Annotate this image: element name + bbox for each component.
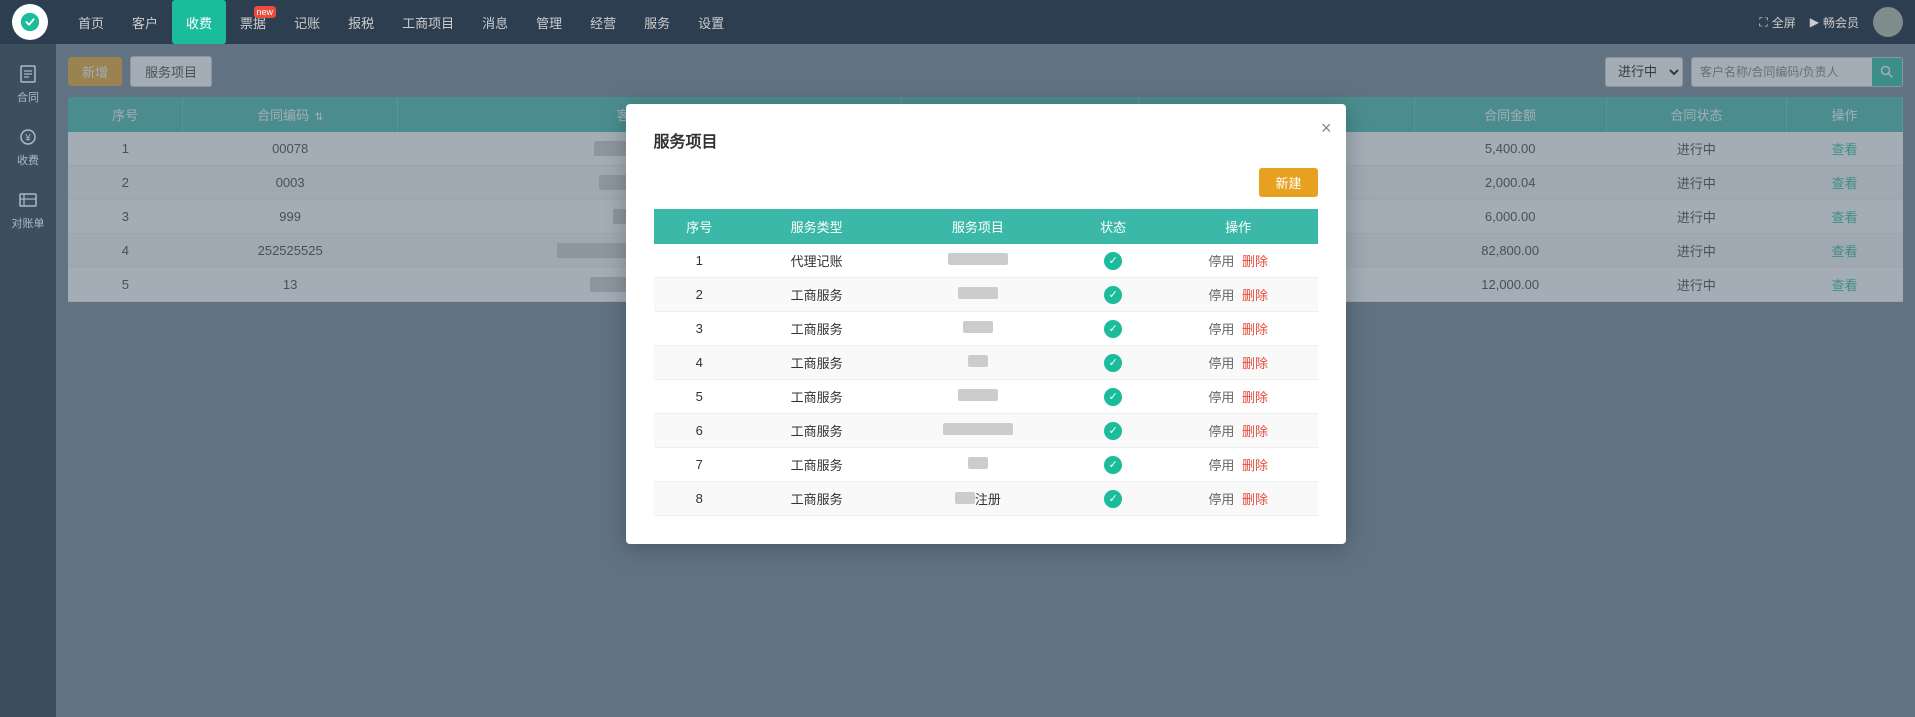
main-content: 新增 服务项目 进行中 全部 已结束 序号: [56, 44, 1915, 717]
nav-right-actions: ⛶ 全屏 ▶ 畅会员: [1759, 7, 1903, 37]
modal-close-button[interactable]: ×: [1321, 118, 1332, 139]
stop-button[interactable]: 停用: [1208, 390, 1234, 405]
nav-item-tax[interactable]: 报税: [334, 0, 388, 44]
delete-button[interactable]: 删除: [1242, 424, 1268, 439]
fullscreen-button[interactable]: ⛶ 全屏: [1759, 14, 1795, 31]
delete-button[interactable]: 删除: [1242, 288, 1268, 303]
stop-button[interactable]: 停用: [1208, 254, 1234, 269]
stop-button[interactable]: 停用: [1208, 356, 1234, 371]
nav-item-bill[interactable]: 票据 new: [226, 0, 280, 44]
delete-button[interactable]: 删除: [1242, 458, 1268, 473]
blurred-item: ██: [968, 355, 988, 367]
nav-item-business[interactable]: 工商项目: [388, 0, 468, 44]
delete-button[interactable]: 删除: [1242, 356, 1268, 371]
top-navigation: 首页 客户 收费 票据 new 记账 报税 工商项目 消息 管理 经营 服务 设…: [0, 0, 1915, 44]
member-button[interactable]: ▶ 畅会员: [1810, 14, 1859, 31]
modal-table-row: 4 工商服务 ██ ✓ 停用 删除: [654, 346, 1318, 380]
sidebar-item-contract[interactable]: 合同: [0, 52, 56, 115]
modal-table-row: 7 工商服务 ██ ✓ 停用 删除: [654, 448, 1318, 482]
contract-icon: [16, 62, 40, 86]
nav-item-fee[interactable]: 收费: [172, 0, 226, 44]
modal-th-type: 服务类型: [745, 209, 888, 244]
blurred-item: ██: [968, 457, 988, 469]
status-active-icon: ✓: [1104, 320, 1122, 338]
modal-th-status: 状态: [1067, 209, 1159, 244]
stop-button[interactable]: 停用: [1208, 322, 1234, 337]
new-badge: new: [254, 6, 277, 18]
modal-table-row: 2 工商服务 ████ ✓ 停用 删除: [654, 278, 1318, 312]
nav-item-service[interactable]: 服务: [630, 0, 684, 44]
blurred-item: ████: [958, 287, 998, 299]
modal-title: 服务项目: [654, 128, 1318, 152]
modal-table-row: 3 工商服务 ███ ✓ 停用 删除: [654, 312, 1318, 346]
sidebar-label-contract: 合同: [17, 89, 39, 105]
modal-table-row: 5 工商服务 ████ ✓ 停用 删除: [654, 380, 1318, 414]
delete-button[interactable]: 删除: [1242, 322, 1268, 337]
delete-button[interactable]: 删除: [1242, 254, 1268, 269]
nav-item-bookkeeping[interactable]: 记账: [280, 0, 334, 44]
sidebar-item-fee[interactable]: ¥ 收费: [0, 115, 56, 178]
modal-overlay: × 服务项目 新建 序号 服务类型 服务项目 状态 操作: [56, 44, 1915, 717]
sidebar-item-statement[interactable]: 对账单: [0, 178, 56, 241]
sidebar-label-fee: 收费: [17, 152, 39, 168]
modal-table-row: 8 工商服务 ██注册 ✓ 停用 删除: [654, 482, 1318, 516]
modal-table-row: 6 工商服务 ████████ ✓ 停用 删除: [654, 414, 1318, 448]
sidebar-label-statement: 对账单: [12, 215, 45, 231]
fee-icon: ¥: [16, 125, 40, 149]
play-icon: ▶: [1810, 15, 1819, 29]
modal-table-row: 1 代理记账 ████████1 ✓ 停用 删除: [654, 244, 1318, 278]
modal-scroll-area[interactable]: 序号 服务类型 服务项目 状态 操作 1 代理记账 ████████1 ✓: [654, 209, 1318, 516]
nav-item-home[interactable]: 首页: [64, 0, 118, 44]
user-avatar[interactable]: [1873, 7, 1903, 37]
blurred-item: ████████1: [948, 253, 1008, 265]
status-active-icon: ✓: [1104, 354, 1122, 372]
stop-button[interactable]: 停用: [1208, 288, 1234, 303]
fullscreen-icon: ⛶: [1759, 15, 1767, 30]
nav-item-message[interactable]: 消息: [468, 0, 522, 44]
delete-button[interactable]: 删除: [1242, 390, 1268, 405]
modal-toolbar: 新建: [654, 168, 1318, 197]
status-active-icon: ✓: [1104, 286, 1122, 304]
app-logo: [12, 4, 48, 40]
blurred-item: ███: [963, 321, 993, 333]
status-active-icon: ✓: [1104, 252, 1122, 270]
svg-text:¥: ¥: [24, 133, 31, 144]
status-active-icon: ✓: [1104, 422, 1122, 440]
nav-item-operation[interactable]: 经营: [576, 0, 630, 44]
nav-items: 首页 客户 收费 票据 new 记账 报税 工商项目 消息 管理 经营 服务 设…: [64, 0, 1759, 44]
nav-item-settings[interactable]: 设置: [684, 0, 738, 44]
modal-th-item: 服务项目: [888, 209, 1067, 244]
delete-button[interactable]: 删除: [1242, 492, 1268, 507]
modal-th-seq: 序号: [654, 209, 746, 244]
statement-icon: [16, 188, 40, 212]
blurred-item: ████████: [943, 423, 1013, 435]
service-modal: × 服务项目 新建 序号 服务类型 服务项目 状态 操作: [626, 104, 1346, 544]
blurred-item: ██: [955, 492, 975, 504]
stop-button[interactable]: 停用: [1208, 424, 1234, 439]
status-active-icon: ✓: [1104, 490, 1122, 508]
service-items-table: 序号 服务类型 服务项目 状态 操作 1 代理记账 ████████1 ✓: [654, 209, 1318, 516]
sidebar: 合同 ¥ 收费 对账单: [0, 44, 56, 717]
stop-button[interactable]: 停用: [1208, 458, 1234, 473]
status-active-icon: ✓: [1104, 388, 1122, 406]
modal-new-button[interactable]: 新建: [1259, 168, 1317, 197]
blurred-item: ████: [958, 389, 998, 401]
nav-item-customer[interactable]: 客户: [118, 0, 172, 44]
status-active-icon: ✓: [1104, 456, 1122, 474]
modal-th-action: 操作: [1159, 209, 1318, 244]
stop-button[interactable]: 停用: [1208, 492, 1234, 507]
nav-item-manage[interactable]: 管理: [522, 0, 576, 44]
